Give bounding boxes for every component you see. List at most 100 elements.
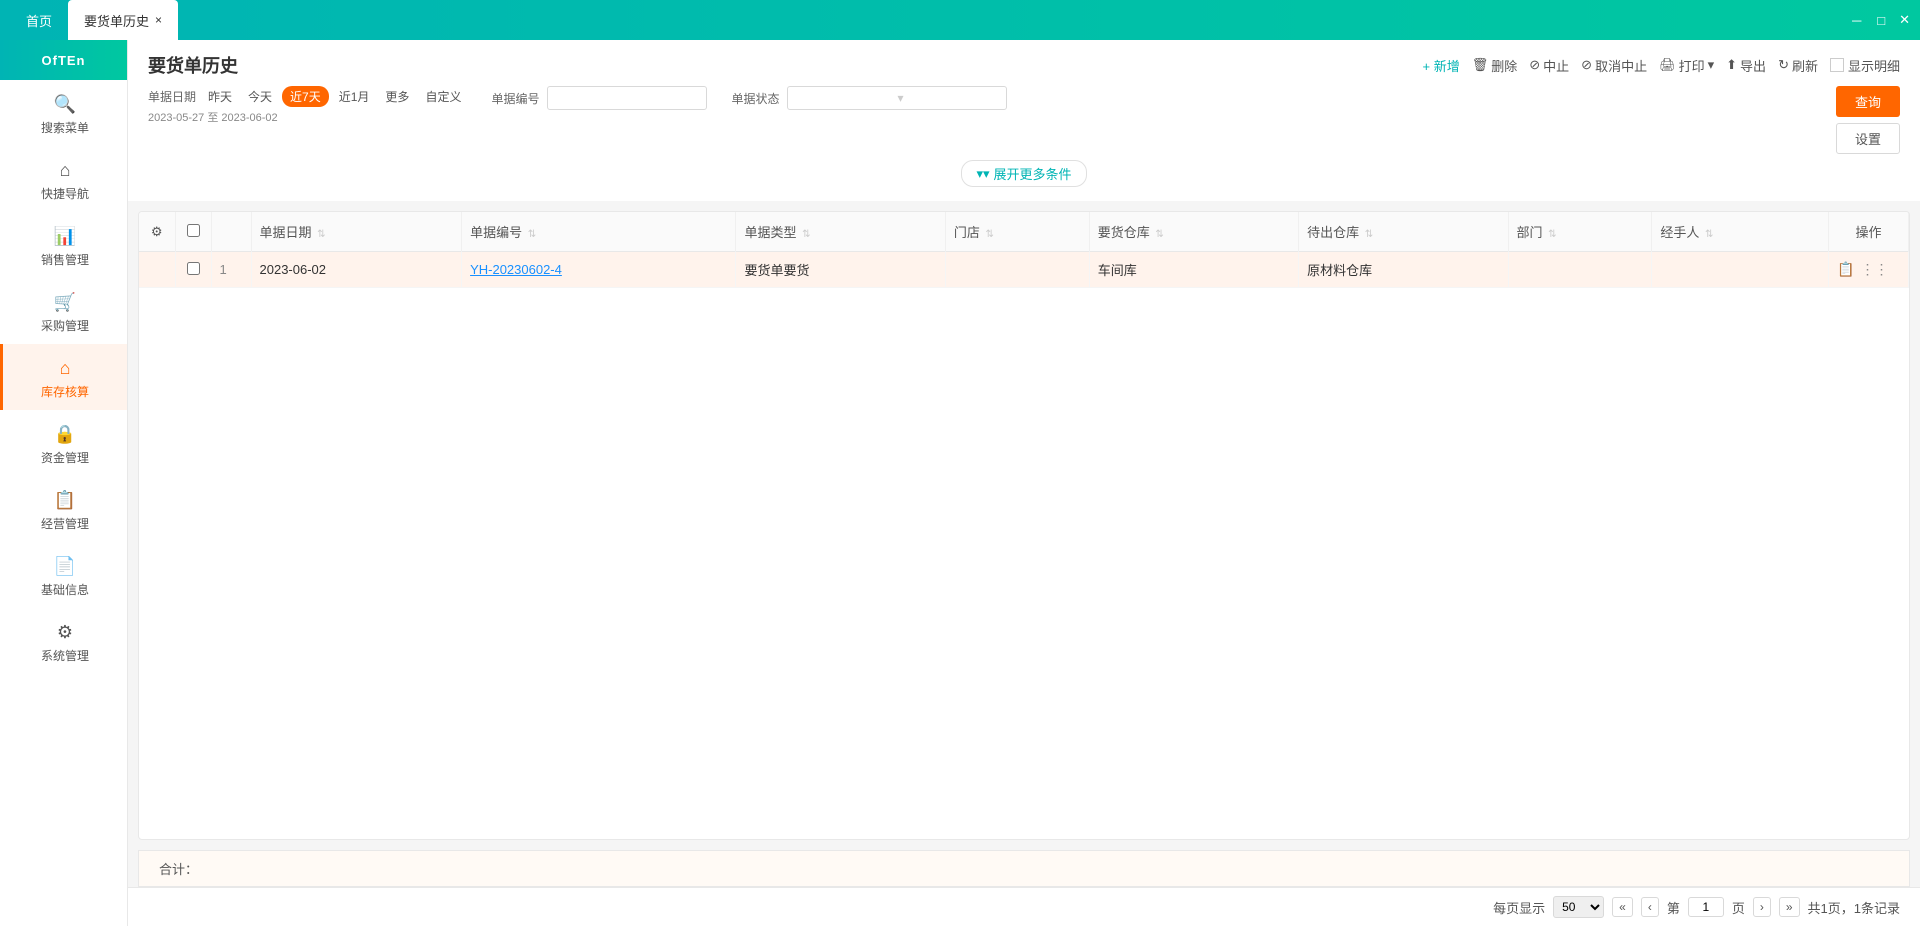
row-1-doc-type: 要货单要货 (736, 252, 945, 288)
col-date[interactable]: 单据日期 ⇅ (251, 212, 462, 252)
col-date-sort-icon: ⇅ (317, 229, 325, 240)
finance-mgmt-icon: 🔒 (54, 424, 76, 445)
col-date-label: 单据日期 (260, 225, 312, 240)
sidebar-item-finance-mgmt[interactable]: 🔒 资金管理 (0, 410, 127, 476)
refresh-icon: ↻ (1778, 57, 1789, 73)
window-minimize[interactable]: － (1850, 11, 1863, 30)
page-size-select[interactable]: 10 20 50 100 (1553, 896, 1604, 918)
inventory-calc-icon: ⌂ (60, 358, 71, 379)
col-doc-type-sort-icon: ⇅ (802, 229, 810, 240)
filter-doc-num-group: 单据编号 (491, 86, 707, 110)
total-info: 共1页，1条记录 (1808, 898, 1900, 917)
print-dropdown-icon: ▾ (1708, 57, 1715, 73)
sidebar-item-search-menu[interactable]: 🔍 搜索菜单 (0, 80, 127, 146)
col-handler-label: 经手人 (1660, 225, 1699, 240)
export-icon: ⬆ (1726, 57, 1737, 73)
tab-home-label: 首页 (26, 11, 52, 30)
filter-section: 要货单历史 + 新增 🗑 删除 ⊘ 中止 ⊘ 取消中止 (128, 40, 1920, 201)
delete-btn-label: 删除 (1491, 56, 1517, 75)
tab-home[interactable]: 首页 (10, 0, 68, 40)
filter-last7days-btn[interactable]: 近7天 (282, 86, 329, 107)
toolbar: + 新增 🗑 删除 ⊘ 中止 ⊘ 取消中止 🖨 (1422, 56, 1900, 75)
row-1-num: 1 (211, 252, 251, 288)
cancel-stop-button[interactable]: ⊘ 取消中止 (1581, 56, 1647, 75)
stop-button[interactable]: ⊘ 中止 (1529, 56, 1569, 75)
row-1-department (1508, 252, 1652, 288)
expand-more-icon: ▾▾ (976, 166, 989, 182)
prev-page-button[interactable]: ‹ (1641, 897, 1659, 917)
sidebar-item-sys-mgmt[interactable]: ⚙ 系统管理 (0, 608, 127, 674)
col-pending-warehouse[interactable]: 待出仓库 ⇅ (1299, 212, 1508, 252)
filter-more-btn[interactable]: 更多 (379, 86, 415, 107)
last-page-button[interactable]: » (1779, 897, 1800, 917)
page-input[interactable] (1688, 897, 1724, 917)
stop-icon: ⊘ (1529, 57, 1540, 73)
page-title: 要货单历史 (148, 52, 238, 78)
window-maximize[interactable]: □ (1877, 13, 1885, 28)
filter-doc-status-select[interactable]: ▾ (787, 86, 1007, 110)
new-button[interactable]: + 新增 (1422, 56, 1459, 75)
row-1-doc-num: YH-20230602-4 (462, 252, 736, 288)
window-close[interactable]: ✕ (1899, 12, 1910, 28)
select-all-checkbox[interactable] (187, 224, 200, 237)
next-page-button[interactable]: › (1753, 897, 1771, 917)
tab-close-icon[interactable]: × (155, 13, 162, 27)
table-footer: 合计： (138, 850, 1910, 887)
col-settings[interactable]: ⚙ (139, 212, 175, 252)
show-detail-button[interactable]: 显示明细 (1830, 56, 1900, 75)
col-pending-warehouse-sort-icon: ⇅ (1365, 229, 1373, 240)
sales-mgmt-icon: 📊 (54, 226, 76, 247)
sidebar-item-operations-mgmt[interactable]: 📋 经营管理 (0, 476, 127, 542)
sidebar-item-inventory-calc-label: 库存核算 (41, 383, 89, 400)
tab-bar: 首页 要货单历史 × (10, 0, 1850, 40)
refresh-button[interactable]: ↻ 刷新 (1778, 56, 1818, 75)
filter-top-row: 单据日期 昨天 今天 近7天 近1月 更多 自定义 2023-05-27 至 2… (148, 86, 1900, 154)
row-1-edit-icon[interactable]: 📋 (1837, 261, 1854, 278)
tab-requisition-history[interactable]: 要货单历史 × (68, 0, 178, 40)
col-req-warehouse[interactable]: 要货仓库 ⇅ (1089, 212, 1298, 252)
filter-doc-num-input[interactable] (547, 86, 707, 110)
col-row-num (211, 212, 251, 252)
show-detail-checkbox[interactable] (1830, 58, 1844, 72)
filter-doc-num-label: 单据编号 (491, 90, 539, 107)
operations-mgmt-icon: 📋 (54, 490, 76, 511)
pagination-bar: 每页显示 10 20 50 100 « ‹ 第 页 › » 共1页，1条记录 (128, 887, 1920, 926)
data-table: ⚙ 单据日期 ⇅ 单据编号 ⇅ (139, 212, 1909, 288)
filter-today-btn[interactable]: 今天 (242, 86, 278, 107)
row-1-more-icon[interactable]: ⋮⋮ (1860, 261, 1888, 278)
col-doc-type[interactable]: 单据类型 ⇅ (736, 212, 945, 252)
col-doc-num[interactable]: 单据编号 ⇅ (462, 212, 736, 252)
col-department[interactable]: 部门 ⇅ (1508, 212, 1652, 252)
export-button[interactable]: ⬆ 导出 (1726, 56, 1766, 75)
quick-nav-icon: ⌂ (60, 160, 71, 181)
row-1-req-warehouse: 车间库 (1089, 252, 1298, 288)
row-1-select-checkbox[interactable] (187, 262, 200, 275)
col-req-warehouse-sort-icon: ⇅ (1155, 229, 1163, 240)
sidebar-item-basic-info[interactable]: 📄 基础信息 (0, 542, 127, 608)
col-store[interactable]: 门店 ⇅ (945, 212, 1089, 252)
sidebar-item-quick-nav[interactable]: ⌂ 快捷导航 (0, 146, 127, 212)
print-button[interactable]: 🖨 打印 ▾ (1659, 56, 1714, 75)
sidebar-item-sales-mgmt[interactable]: 📊 销售管理 (0, 212, 127, 278)
col-handler[interactable]: 经手人 ⇅ (1652, 212, 1829, 252)
row-1-ops: 📋 ⋮⋮ (1829, 252, 1909, 288)
row-1-doc-num-link[interactable]: YH-20230602-4 (470, 262, 562, 277)
filter-custom-btn[interactable]: 自定义 (419, 86, 467, 107)
query-button[interactable]: 查询 (1836, 86, 1900, 117)
expand-more-button[interactable]: ▾▾ 展开更多条件 (961, 160, 1086, 187)
delete-button[interactable]: 🗑 删除 (1472, 56, 1518, 75)
col-department-label: 部门 (1517, 225, 1543, 240)
table-area: ⚙ 单据日期 ⇅ 单据编号 ⇅ (138, 211, 1910, 840)
sidebar-item-inventory-calc[interactable]: ⌂ 库存核算 (0, 344, 127, 410)
window-controls: － □ ✕ (1850, 11, 1910, 30)
action-buttons: 查询 设置 (1836, 86, 1900, 154)
table-header: ⚙ 单据日期 ⇅ 单据编号 ⇅ (139, 212, 1909, 252)
filter-last1month-btn[interactable]: 近1月 (333, 86, 376, 107)
sidebar-item-purchase-mgmt[interactable]: 🛒 采购管理 (0, 278, 127, 344)
filter-yesterday-btn[interactable]: 昨天 (202, 86, 238, 107)
filter-date-buttons: 昨天 今天 近7天 近1月 更多 自定义 (202, 86, 467, 107)
first-page-button[interactable]: « (1612, 897, 1633, 917)
col-department-sort-icon: ⇅ (1548, 229, 1556, 240)
settings-button[interactable]: 设置 (1836, 123, 1900, 154)
sidebar: OfTEn 🔍 搜索菜单 ⌂ 快捷导航 📊 销售管理 🛒 采购管理 ⌂ 库存核算… (0, 40, 128, 926)
